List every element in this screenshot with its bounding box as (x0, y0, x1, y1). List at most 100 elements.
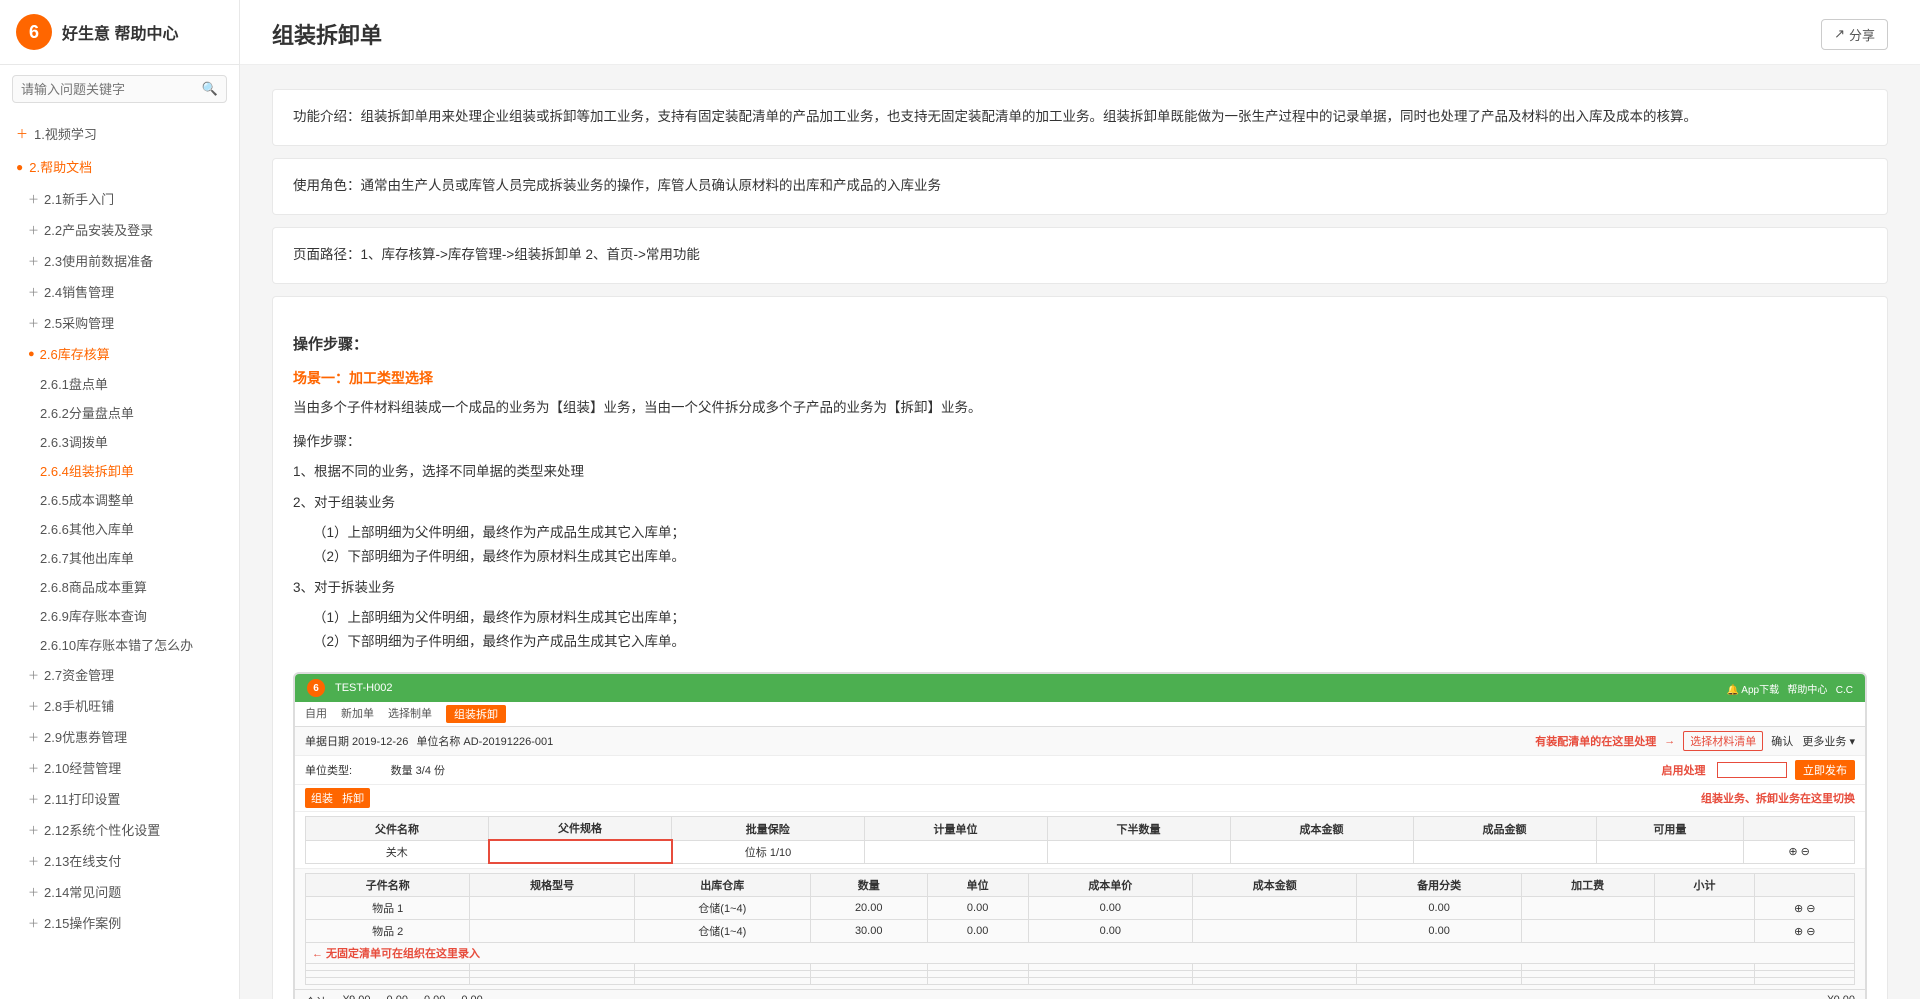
app-form-row: 单位类型: 数量 3/4 份 启用处理 立即发布 (295, 756, 1865, 785)
main-header: 组装拆卸单 ↗ 分享 (240, 0, 1920, 65)
search-input[interactable] (21, 82, 202, 97)
minus-icon-small: ● (28, 348, 35, 360)
sidebar-item-print[interactable]: ＋ 2.11打印设置 (0, 783, 239, 814)
sidebar-item-transfer[interactable]: 2.6.3调拨单 (0, 427, 239, 456)
app-assembly-btn: 组装拆卸 (446, 705, 506, 723)
table-row (306, 971, 1855, 978)
app-lower-table-container: 子件名称 规格型号 出库仓库 数量 单位 成本单价 成本金额 备用分类 加工费 … (295, 868, 1865, 989)
sidebar-item-cost-recalc[interactable]: 2.6.8商品成本重算 (0, 572, 239, 601)
sidebar-item-newbie[interactable]: ＋ 2.1新手入门 (0, 183, 239, 214)
arrow-right-icon: → (1664, 735, 1675, 747)
plus-icon-small: ＋ (28, 191, 39, 207)
plus-icon-small: ＋ (28, 667, 39, 683)
plus-icon-small: ＋ (28, 729, 39, 745)
sidebar-item-ops[interactable]: ＋ 2.10经营管理 (0, 752, 239, 783)
steps-intro: 操作步骤： (293, 430, 1867, 454)
main-panel: 组装拆卸单 ↗ 分享 功能介绍：组装拆卸单用来处理企业组装或拆卸等加工业务，支持… (240, 0, 1920, 999)
app-type-buttons: 组装 拆卸 (305, 788, 370, 808)
step2-sub1: （1）上部明细为父件明细，最终作为产成品生成其它入库单； (313, 521, 1867, 545)
plus-icon: ＋ (16, 125, 28, 142)
sidebar-item-stocktake[interactable]: 2.6.1盘点单 (0, 369, 239, 398)
annotation4: ← 无固定清单可在组织在这里录入 (306, 943, 1855, 964)
plus-icon-small: ＋ (28, 822, 39, 838)
plus-icon-small: ＋ (28, 284, 39, 300)
logo-text: 好生意 帮助中心 (62, 20, 178, 44)
sidebar-item-coupon[interactable]: ＋ 2.9优惠券管理 (0, 721, 239, 752)
sidebar-item-sales[interactable]: ＋ 2.4销售管理 (0, 276, 239, 307)
sidebar-header: 6 好生意 帮助中心 (0, 0, 239, 65)
share-icon: ↗ (1834, 26, 1845, 42)
sidebar-item-mobile[interactable]: ＋ 2.8手机旺铺 (0, 690, 239, 721)
sidebar-item-stock-error[interactable]: 2.6.10库存账本错了怎么办 (0, 630, 239, 659)
table-row (306, 978, 1855, 985)
table-row: 关木 位标 1/10 ⊕ ⊖ (306, 840, 1855, 863)
app-upper-table-container: 父件名称 父件规格 批量保险 计量单位 下半数量 成本金额 成品金额 可用量 (295, 812, 1865, 868)
sidebar-item-cases[interactable]: ＋ 2.15操作案例 (0, 907, 239, 938)
sidebar-item-purchase[interactable]: ＋ 2.5采购管理 (0, 307, 239, 338)
table-row (306, 964, 1855, 971)
app-logo: 6 (307, 679, 325, 697)
app-confirm-btn: 立即发布 (1795, 760, 1855, 780)
sidebar-item-other-in[interactable]: 2.6.6其他入库单 (0, 514, 239, 543)
app-enable-field (1717, 762, 1787, 778)
app-upper-table: 父件名称 父件规格 批量保险 计量单位 下半数量 成本金额 成品金额 可用量 (305, 816, 1855, 864)
sidebar-item-finance[interactable]: ＋ 2.7资金管理 (0, 659, 239, 690)
app-footer: 合计 ¥9.00 0.00 0.00 0.00 ¥0.00 (295, 989, 1865, 999)
sidebar-item-custom[interactable]: ＋ 2.12系统个性化设置 (0, 814, 239, 845)
annotation2: 组装业务、拆卸业务在这里切换 (1701, 790, 1855, 806)
plus-icon-small: ＋ (28, 884, 39, 900)
plus-icon-small: ＋ (28, 253, 39, 269)
step3-sub2: （2）下部明细为子件明细，最终作为产成品生成其它入库单。 (313, 630, 1867, 654)
app-toolbar: 单据日期 2019-12-26 单位名称 AD-20191226-001 有装配… (295, 727, 1865, 756)
sidebar-item-partial-stocktake[interactable]: 2.6.2分量盘点单 (0, 398, 239, 427)
sidebar-item-stock-query[interactable]: 2.6.9库存账本查询 (0, 601, 239, 630)
plus-icon-small: ＋ (28, 791, 39, 807)
role-text: 使用角色：通常由生产人员或库管人员完成拆装业务的操作，库管人员确认原材料的出库和… (293, 175, 1867, 198)
sidebar-item-install[interactable]: ＋ 2.2产品安装及登录 (0, 214, 239, 245)
sidebar-item-payment[interactable]: ＋ 2.13在线支付 (0, 845, 239, 876)
sidebar-item-cost-adjust[interactable]: 2.6.5成本调整单 (0, 485, 239, 514)
logo-icon: 6 (16, 14, 52, 50)
main-content: 功能介绍：组装拆卸单用来处理企业组装或拆卸等加工业务，支持有固定装配清单的产品加… (240, 65, 1920, 999)
intro-text: 功能介绍：组装拆卸单用来处理企业组装或拆卸等加工业务，支持有固定装配清单的产品加… (293, 106, 1867, 129)
app-annotation-row: 组装 拆卸 组装业务、拆卸业务在这里切换 (295, 785, 1865, 812)
search-icon: 🔍 (202, 81, 218, 97)
plus-icon-small: ＋ (28, 915, 39, 931)
annotation3: 启用处理 (1661, 762, 1705, 778)
share-button[interactable]: ↗ 分享 (1821, 19, 1888, 50)
app-menu-bar: 自用 新加单 选择制单 组装拆卸 (295, 702, 1865, 727)
plus-icon-small: ＋ (28, 760, 39, 776)
app-screenshot: 6 TEST-H002 🔔 App下载 帮助中心 C.C 自用 新加单 选择制单… (293, 672, 1867, 999)
scene1-desc: 当由多个子件材料组装成一个成品的业务为【组装】业务，当由一个父件拆分成多个子产品… (293, 396, 1867, 420)
plus-icon-small: ＋ (28, 222, 39, 238)
app-topbar-id: TEST-H002 (335, 682, 392, 694)
sidebar: 6 好生意 帮助中心 🔍 ＋ 1.视频学习 ● 2.帮助文档 ＋ 2.1新手入门… (0, 0, 240, 999)
table-row: 物品 1 仓储(1~4) 20.00 0.00 0.00 0.00 ⊕ (306, 897, 1855, 920)
sidebar-item-inventory[interactable]: ● 2.6库存核算 (0, 338, 239, 369)
page-title: 组装拆卸单 (272, 18, 382, 50)
app-lower-table: 子件名称 规格型号 出库仓库 数量 单位 成本单价 成本金额 备用分类 加工费 … (305, 873, 1855, 985)
app-select-material-btn: 选择材料清单 (1683, 731, 1763, 751)
steps-title: 操作步骤： (293, 333, 1867, 354)
sidebar-item-other-out[interactable]: 2.6.7其他出库单 (0, 543, 239, 572)
sidebar-item-assembly[interactable]: 2.6.4组装拆卸单 (0, 456, 239, 485)
nav-menu: ＋ 1.视频学习 ● 2.帮助文档 ＋ 2.1新手入门 ＋ 2.2产品安装及登录… (0, 113, 239, 942)
scene1-title: 场景一：加工类型选择 (293, 368, 1867, 388)
search-box[interactable]: 🔍 (12, 75, 227, 103)
minus-icon: ● (16, 160, 23, 174)
role-block: 使用角色：通常由生产人员或库管人员完成拆装业务的操作，库管人员确认原材料的出库和… (272, 158, 1888, 215)
plus-icon-small: ＋ (28, 315, 39, 331)
path-text: 页面路径：1、库存核算->库存管理->组装拆卸单 2、首页->常用功能 (293, 244, 1867, 267)
step3-sub1: （1）上部明细为父件明细，最终作为原材料生成其它出库单； (313, 606, 1867, 630)
plus-icon-small: ＋ (28, 853, 39, 869)
table-row: ← 无固定清单可在组织在这里录入 (306, 943, 1855, 964)
sidebar-item-data-prep[interactable]: ＋ 2.3使用前数据准备 (0, 245, 239, 276)
annotation1: 有装配清单的在这里处理 (1535, 733, 1656, 749)
sidebar-item-docs[interactable]: ● 2.帮助文档 (0, 150, 239, 183)
intro-block: 功能介绍：组装拆卸单用来处理企业组装或拆卸等加工业务，支持有固定装配清单的产品加… (272, 89, 1888, 146)
path-block: 页面路径：1、库存核算->库存管理->组装拆卸单 2、首页->常用功能 (272, 227, 1888, 284)
sidebar-item-video[interactable]: ＋ 1.视频学习 (0, 117, 239, 150)
sidebar-item-faq[interactable]: ＋ 2.14常见问题 (0, 876, 239, 907)
step2: 2、对于组装业务 (293, 491, 1867, 515)
plus-icon-small: ＋ (28, 698, 39, 714)
